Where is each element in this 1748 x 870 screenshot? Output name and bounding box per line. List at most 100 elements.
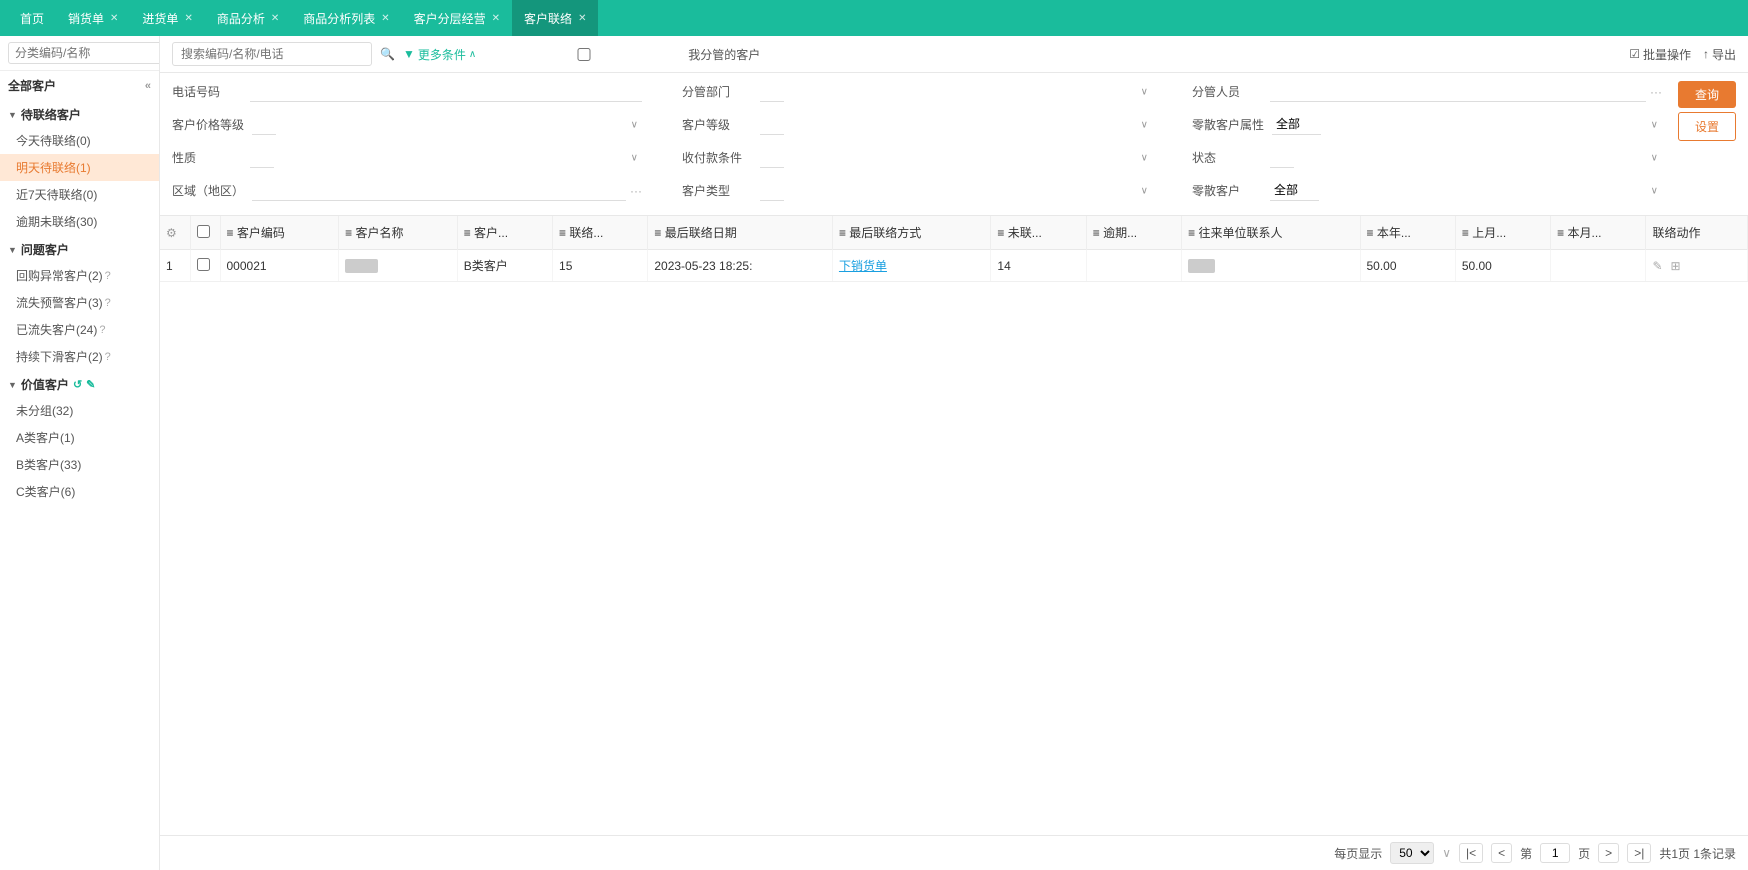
page-suffix: 页 (1578, 845, 1590, 862)
nav-customer-tier[interactable]: 客户分层经营 ✕ (402, 0, 512, 36)
td-contact-person (1182, 250, 1360, 282)
column-settings-icon[interactable]: ⚙ (166, 226, 177, 240)
refresh-icon[interactable]: ↺ (73, 378, 82, 391)
filter-cell-phone: 电话号码 (172, 81, 642, 102)
data-table-container: ⚙ ≡ 客户编码 ≡ 客户名称 ≡ 客户... (160, 216, 1748, 835)
close-product-analysis-icon[interactable]: ✕ (271, 13, 279, 24)
all-customers-section[interactable]: 全部客户 « (0, 71, 159, 100)
price-level-select-wrapper (252, 114, 642, 135)
td-index: 1 (160, 250, 190, 282)
close-customer-contact-icon[interactable]: ✕ (578, 13, 586, 24)
td-last-method: 下销货单 (832, 250, 990, 282)
sidebar-item-class-a[interactable]: A类客户(1) (0, 424, 159, 451)
first-page-btn[interactable]: |< (1459, 843, 1483, 863)
filter-row-4: 区域（地区） ··· 客户类型 (172, 180, 1662, 201)
sidebar-item-overdue[interactable]: 逾期未联络(30) (0, 208, 159, 235)
edit-value-icon[interactable]: ✎ (86, 378, 95, 391)
my-customers-checkbox-label[interactable]: 我分管的客户 (484, 46, 760, 63)
filter-cell-price-level: 客户价格等级 (172, 114, 642, 135)
sidebar: 🔍 全部客户 « 待联络客户 今天待联络(0) 明天待联络(1) 近7天待联络(… (0, 36, 160, 870)
my-customers-checkbox[interactable] (484, 48, 684, 61)
td-overdue (1086, 250, 1181, 282)
filter-cell-status: 状态 (1192, 147, 1662, 168)
export-btn[interactable]: ↑ 导出 (1703, 46, 1736, 63)
help-icon-3: ? (99, 324, 105, 336)
close-product-analysis-list-icon[interactable]: ✕ (381, 13, 389, 24)
problem-customers-group[interactable]: 问题客户 (0, 235, 159, 262)
sidebar-item-today-pending[interactable]: 今天待联络(0) (0, 127, 159, 154)
retail-attr-select[interactable]: 全部 (1272, 114, 1321, 135)
page-label: 第 (1520, 845, 1532, 862)
page-size-select[interactable]: 50 (1390, 842, 1434, 864)
close-customer-tier-icon[interactable]: ✕ (492, 13, 500, 24)
nav-product-analysis[interactable]: 商品分析 ✕ (205, 0, 291, 36)
sidebar-search-input[interactable] (8, 42, 160, 64)
phone-input[interactable] (250, 81, 642, 102)
status-select[interactable] (1270, 147, 1294, 168)
more-action-icon[interactable]: ⊞ (1671, 259, 1681, 273)
nav-purchase-order[interactable]: 进货单 ✕ (130, 0, 204, 36)
sidebar-item-churn-warning[interactable]: 流失预警客户(3) ? (0, 289, 159, 316)
nav-customer-contact[interactable]: 客户联络 ✕ (512, 0, 598, 36)
more-conditions-btn[interactable]: ▼ 更多条件 ∧ (403, 46, 476, 63)
last-page-btn[interactable]: >| (1627, 843, 1651, 863)
branch-person-more-icon[interactable]: ··· (1650, 85, 1662, 99)
td-last-date: 2023-05-23 18:25: (648, 250, 833, 282)
row-checkbox[interactable] (197, 258, 210, 271)
table-body: 1 000021 B类客户 15 2023-05-23 18:25: 下销货单 … (160, 250, 1748, 282)
sidebar-item-tomorrow-pending[interactable]: 明天待联络(1) (0, 154, 159, 181)
edit-action-icon[interactable]: ✎ (1652, 259, 1662, 273)
sidebar-item-churned[interactable]: 已流失客户(24) ? (0, 316, 159, 343)
prev-page-btn[interactable]: < (1491, 843, 1512, 863)
close-purchase-order-icon[interactable]: ✕ (184, 13, 192, 24)
region-input[interactable] (252, 180, 626, 201)
batch-operation-btn[interactable]: ☑ 批量操作 (1629, 46, 1691, 63)
sidebar-item-7days-pending[interactable]: 近7天待联络(0) (0, 181, 159, 208)
right-actions: ☑ 批量操作 ↑ 导出 (1629, 46, 1736, 63)
filter-cell-payment: 收付款条件 (682, 147, 1152, 168)
sidebar-item-repurchase-abnormal[interactable]: 回购异常客户(2) ? (0, 262, 159, 289)
td-contact-count: 15 (553, 250, 648, 282)
sidebar-item-declining[interactable]: 持续下滑客户(2) ? (0, 343, 159, 370)
sidebar-item-class-c[interactable]: C类客户(6) (0, 478, 159, 505)
branch-dept-select[interactable] (760, 81, 784, 102)
search-btn[interactable]: 🔍 (380, 47, 395, 61)
branch-person-input[interactable] (1270, 81, 1646, 102)
filter-row-2: 客户价格等级 客户等级 (172, 114, 1662, 135)
th-last-contact-date: ≡ 最后联络日期 (648, 216, 833, 250)
contact-method-link[interactable]: 下销货单 (839, 259, 887, 273)
th-last-month: ≡ 上月... (1455, 216, 1550, 250)
th-customer-type: ≡ 客户... (457, 216, 552, 250)
customer-type-select-wrapper (760, 180, 1152, 201)
query-button[interactable]: 查询 (1678, 81, 1736, 108)
contact-person-blurred (1188, 259, 1215, 273)
price-level-select[interactable] (252, 114, 276, 135)
next-page-btn[interactable]: > (1598, 843, 1619, 863)
customer-type-select[interactable] (760, 180, 784, 201)
retail-customer-select[interactable]: 全部 (1270, 180, 1319, 201)
sidebar-item-class-b[interactable]: B类客户(33) (0, 451, 159, 478)
gender-select[interactable] (250, 147, 274, 168)
close-sales-order-icon[interactable]: ✕ (110, 13, 118, 24)
value-customers-group[interactable]: 价值客户 ↺ ✎ (0, 370, 159, 397)
th-customer-code: ≡ 客户编码 (220, 216, 339, 250)
collapse-icon: « (145, 80, 151, 92)
customer-name-blurred (345, 259, 378, 273)
set-button[interactable]: 设置 (1678, 112, 1736, 141)
customer-level-select[interactable] (760, 114, 784, 135)
th-this-year: ≡ 本年... (1360, 216, 1455, 250)
pending-contact-group[interactable]: 待联络客户 (0, 100, 159, 127)
region-more-icon[interactable]: ··· (630, 184, 642, 198)
sidebar-item-ungrouped[interactable]: 未分组(32) (0, 397, 159, 424)
select-all-checkbox[interactable] (197, 225, 210, 238)
payment-select[interactable] (760, 147, 784, 168)
page-number-input[interactable] (1540, 843, 1570, 863)
nav-product-analysis-list[interactable]: 商品分析列表 ✕ (291, 0, 401, 36)
th-checkbox (190, 216, 220, 250)
nav-home[interactable]: 首页 (8, 0, 56, 36)
td-this-month (1551, 250, 1646, 282)
region-label: 区域（地区） (172, 182, 244, 199)
th-contact-count: ≡ 联络... (553, 216, 648, 250)
nav-sales-order[interactable]: 销货单 ✕ (56, 0, 130, 36)
search-input[interactable] (172, 42, 372, 66)
